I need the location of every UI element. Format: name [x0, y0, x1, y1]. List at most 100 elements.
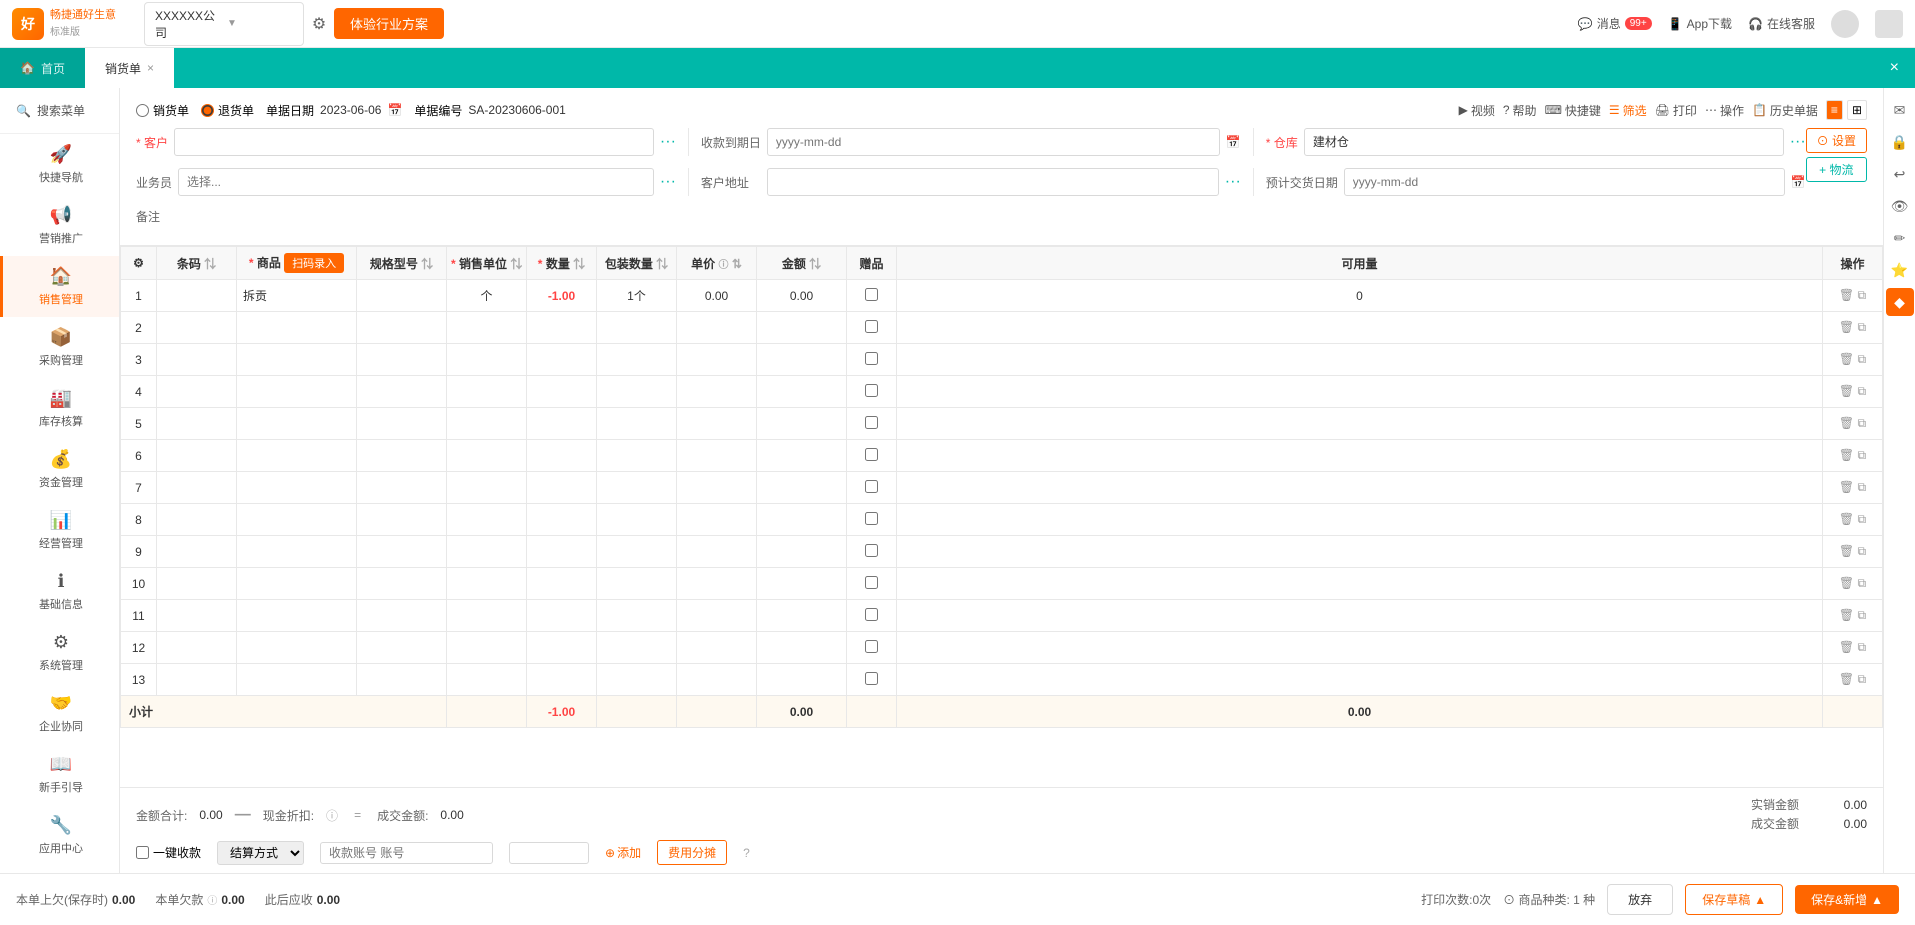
cell-unit[interactable]: [447, 312, 527, 344]
cell-product[interactable]: [237, 344, 357, 376]
help-button[interactable]: ? 帮助: [1503, 102, 1537, 119]
delete-icon[interactable]: 🗑: [1839, 544, 1854, 558]
view-list-icon[interactable]: ≡: [1826, 100, 1843, 120]
cell-unit[interactable]: [447, 536, 527, 568]
cell-gift[interactable]: [847, 408, 897, 440]
salesperson-more-icon[interactable]: ···: [660, 173, 676, 191]
copy-icon[interactable]: ⧉: [1858, 672, 1867, 686]
cell-unit[interactable]: 个: [447, 280, 527, 312]
cell-spec[interactable]: [357, 440, 447, 472]
customer-address-input[interactable]: [767, 168, 1219, 196]
cell-barcode[interactable]: [157, 472, 237, 504]
cell-spec[interactable]: [357, 664, 447, 696]
price-sort-icon[interactable]: ⇅: [732, 257, 742, 271]
cell-price[interactable]: [677, 600, 757, 632]
cell-qty[interactable]: [527, 632, 597, 664]
cell-barcode[interactable]: [157, 568, 237, 600]
delete-icon[interactable]: 🗑: [1839, 416, 1854, 430]
cell-unit[interactable]: [447, 504, 527, 536]
sidebar-item-basics[interactable]: ℹ 基础信息: [0, 561, 119, 622]
cell-price[interactable]: [677, 472, 757, 504]
sidebar-item-purchase[interactable]: 📦 采购管理: [0, 317, 119, 378]
copy-icon[interactable]: ⧉: [1858, 512, 1867, 526]
cell-unit[interactable]: [447, 568, 527, 600]
cell-amount[interactable]: [757, 664, 847, 696]
avatar[interactable]: [1831, 10, 1859, 38]
cell-pkg-qty[interactable]: [597, 344, 677, 376]
radio-sales[interactable]: 销货单: [136, 102, 189, 119]
cell-gift[interactable]: [847, 280, 897, 312]
filter-button[interactable]: ☰ 筛选: [1609, 102, 1647, 119]
cell-barcode[interactable]: [157, 536, 237, 568]
th-gift[interactable]: 赠品: [847, 247, 897, 280]
search-menu-button[interactable]: 🔍 搜索菜单: [8, 96, 111, 125]
message-button[interactable]: 💬 消息 99+: [1578, 15, 1652, 32]
delete-icon[interactable]: 🗑: [1839, 448, 1854, 462]
salesperson-input[interactable]: [178, 168, 654, 196]
delete-icon[interactable]: 🗑: [1839, 384, 1854, 398]
company-selector[interactable]: XXXXXX公司 ▼: [144, 2, 304, 46]
cell-barcode[interactable]: [157, 344, 237, 376]
cell-amount[interactable]: [757, 408, 847, 440]
delete-icon[interactable]: 🗑: [1839, 320, 1854, 334]
cell-unit[interactable]: [447, 344, 527, 376]
copy-icon[interactable]: ⧉: [1858, 352, 1867, 366]
cell-spec[interactable]: [357, 408, 447, 440]
logistics-button[interactable]: + 物流: [1806, 157, 1867, 182]
cell-barcode[interactable]: [157, 280, 237, 312]
cell-product[interactable]: [237, 312, 357, 344]
cell-barcode[interactable]: [157, 632, 237, 664]
th-available[interactable]: 可用量: [897, 247, 1823, 280]
cell-amount[interactable]: [757, 504, 847, 536]
right-panel-star-icon[interactable]: ⭐: [1886, 256, 1914, 284]
cell-product[interactable]: [237, 504, 357, 536]
cell-price[interactable]: [677, 632, 757, 664]
th-barcode[interactable]: 条码 ⇅: [157, 247, 237, 280]
cell-spec[interactable]: [357, 632, 447, 664]
cell-product[interactable]: [237, 568, 357, 600]
onepay-checkbox[interactable]: 一键收款: [136, 844, 201, 861]
th-pkg[interactable]: 包装数量 ⇅: [597, 247, 677, 280]
cell-product[interactable]: 拆贡: [237, 280, 357, 312]
delete-icon[interactable]: 🗑: [1839, 512, 1854, 526]
sidebar-item-finance[interactable]: 💰 资金管理: [0, 439, 119, 500]
discount-help-icon[interactable]: ⓘ: [326, 807, 338, 824]
payment-due-input[interactable]: [767, 128, 1220, 156]
cell-price[interactable]: [677, 504, 757, 536]
delete-icon[interactable]: 🗑: [1839, 608, 1854, 622]
online-service-button[interactable]: 🎧 在线客服: [1748, 15, 1815, 32]
scan-button[interactable]: 扫码录入: [284, 253, 344, 273]
user-menu[interactable]: [1875, 10, 1903, 38]
sidebar-item-management[interactable]: 📊 经营管理: [0, 500, 119, 561]
cell-qty[interactable]: [527, 440, 597, 472]
cell-pkg-qty[interactable]: [597, 408, 677, 440]
cell-pkg-qty[interactable]: [597, 312, 677, 344]
cell-qty[interactable]: [527, 376, 597, 408]
cell-pkg-qty[interactable]: [597, 472, 677, 504]
print-button[interactable]: 🖨 打印: [1655, 102, 1697, 119]
pkg-sort-icon[interactable]: ⇅: [656, 257, 668, 271]
cell-gift[interactable]: [847, 344, 897, 376]
copy-icon[interactable]: ⧉: [1858, 384, 1867, 398]
cell-qty[interactable]: [527, 664, 597, 696]
cell-unit[interactable]: [447, 376, 527, 408]
cell-qty[interactable]: [527, 536, 597, 568]
sidebar-item-apps[interactable]: 🔧 应用中心: [0, 805, 119, 866]
copy-icon[interactable]: ⧉: [1858, 640, 1867, 654]
right-panel-edit-icon[interactable]: ✏: [1886, 224, 1914, 252]
cell-gift[interactable]: [847, 312, 897, 344]
cell-barcode[interactable]: [157, 408, 237, 440]
cell-gift[interactable]: [847, 664, 897, 696]
cell-pkg-qty[interactable]: [597, 440, 677, 472]
delete-icon[interactable]: 🗑: [1839, 352, 1854, 366]
right-panel-message-icon[interactable]: ✉: [1886, 96, 1914, 124]
product-type-count[interactable]: ⊙ 商品种类: 1 种: [1503, 891, 1595, 908]
cell-pkg-qty[interactable]: 1个: [597, 280, 677, 312]
copy-icon[interactable]: ⧉: [1858, 448, 1867, 462]
cell-amount[interactable]: [757, 376, 847, 408]
discard-button[interactable]: 放弃: [1607, 884, 1673, 915]
th-product[interactable]: * 商品 扫码录入: [237, 247, 357, 280]
cell-amount[interactable]: [757, 472, 847, 504]
cell-gift[interactable]: [847, 376, 897, 408]
cell-amount[interactable]: [757, 632, 847, 664]
